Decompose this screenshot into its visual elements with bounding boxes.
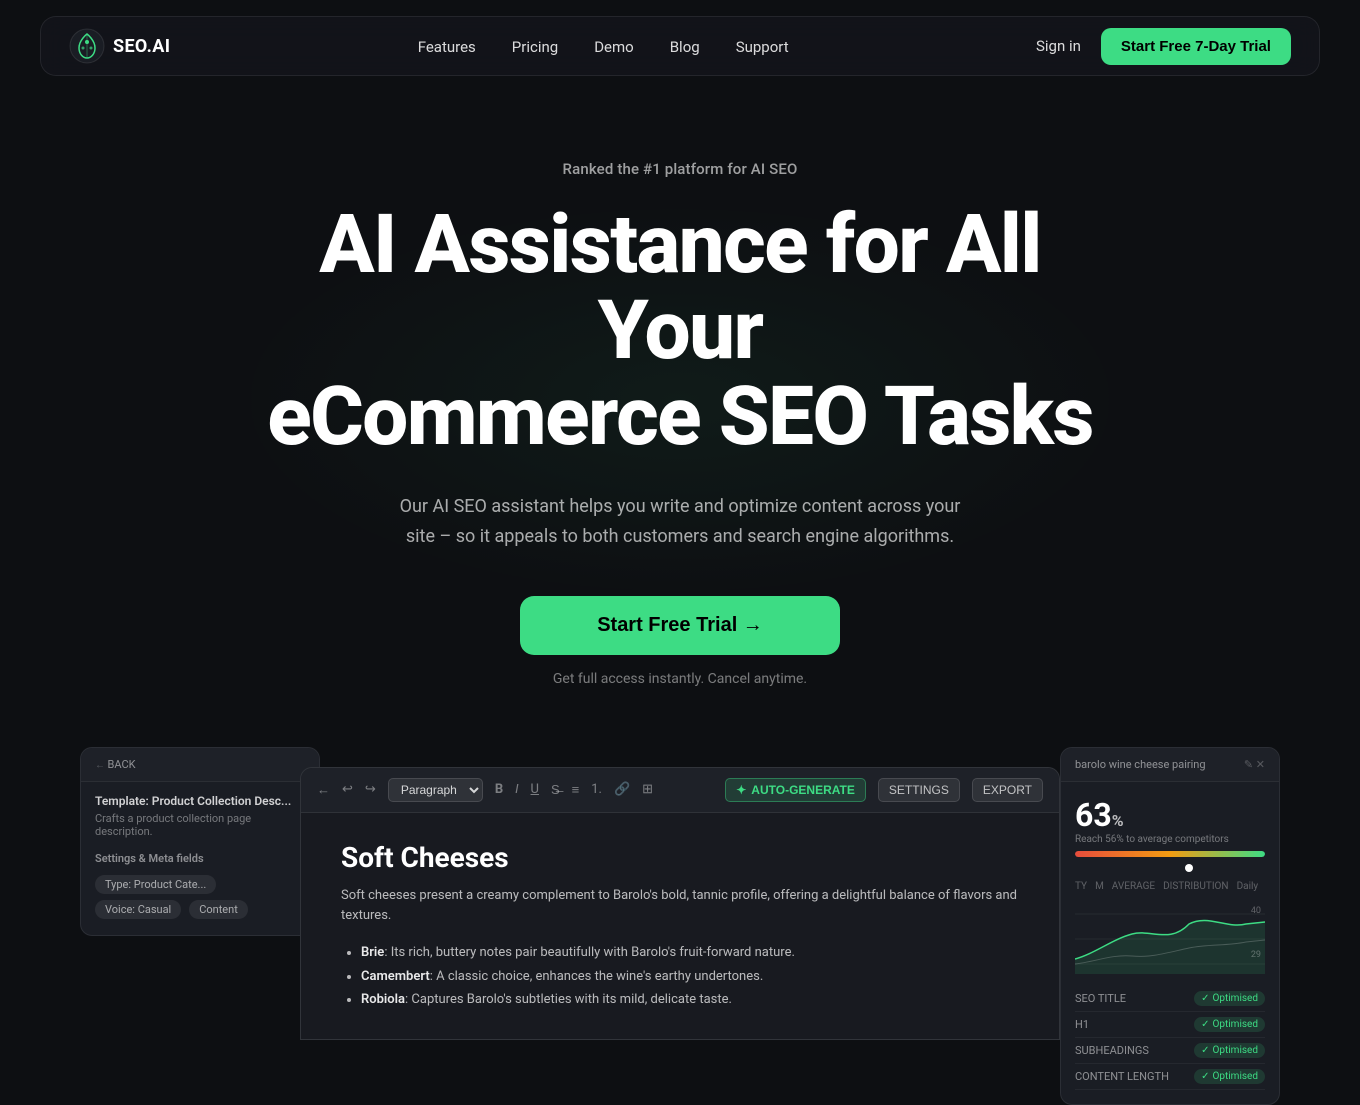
seo-rows: SEO TITLE ✓ Optimised H1 ✓ Optimised SUB… <box>1075 986 1265 1090</box>
chart-columns: TY M AVERAGE DISTRIBUTION Daily <box>1075 881 1265 892</box>
chart-y-bottom: 29 <box>1251 950 1261 960</box>
optimized-badge-2: ✓ Optimised <box>1194 1043 1265 1058</box>
logo-icon <box>69 28 105 64</box>
score-suffix: % <box>1112 811 1124 830</box>
editor-heading: Soft Cheeses <box>341 841 1019 874</box>
tag-0: Type: Product Cate... <box>95 875 216 894</box>
settings-label: Settings & Meta fields <box>95 852 305 865</box>
optimized-badge-1: ✓ Optimised <box>1194 1017 1265 1032</box>
editor-body: Soft Cheeses Soft cheeses present a crea… <box>301 813 1059 1040</box>
chart-y-top: 40 <box>1251 906 1261 916</box>
tag-container: Type: Product Cate... Voice: Casual Cont… <box>95 873 305 923</box>
signin-link[interactable]: Sign in <box>1036 37 1081 55</box>
italic-icon[interactable]: I <box>515 782 518 797</box>
tag-2: Content <box>189 900 248 919</box>
hero-title-line1: AI Assistance for All Your <box>319 197 1041 379</box>
bold-icon[interactable]: B <box>495 782 503 797</box>
mini-chart: 40 29 <box>1075 904 1265 974</box>
left-panel-header: ← BACK <box>81 748 319 782</box>
query-label: barolo wine cheese pairing <box>1075 758 1206 771</box>
screenshot-section: ← BACK Template: Product Collection Desc… <box>0 747 1360 1041</box>
autogen-label: AUTO-GENERATE <box>751 783 855 797</box>
right-panel: barolo wine cheese pairing ✎ ✕ 63% Reach… <box>1060 747 1280 1105</box>
nav-features[interactable]: Features <box>418 38 476 56</box>
hero-note: Get full access instantly. Cancel anytim… <box>553 671 807 687</box>
nav-cta-button[interactable]: Start Free 7-Day Trial <box>1101 28 1291 65</box>
undo-icon[interactable]: ↩ <box>342 782 353 797</box>
logo[interactable]: SEO.AI <box>69 28 170 64</box>
editor-list: Brie: Its rich, buttery notes pair beaut… <box>341 941 1019 1011</box>
nav-support[interactable]: Support <box>736 38 789 56</box>
hero-title: AI Assistance for All Your eCommerce SEO… <box>230 202 1130 460</box>
redo-icon[interactable]: ↪ <box>365 782 376 797</box>
seo-row-3: CONTENT LENGTH ✓ Optimised <box>1075 1064 1265 1090</box>
chart-svg <box>1075 904 1265 974</box>
seo-row-1: H1 ✓ Optimised <box>1075 1012 1265 1038</box>
navbar: SEO.AI Features Pricing Demo Blog Suppor… <box>40 16 1320 76</box>
link-icon[interactable]: 🔗 <box>614 782 630 797</box>
score-marker <box>1185 864 1193 872</box>
back-toolbar-icon[interactable]: ← <box>317 782 330 798</box>
autogen-icon: ✦ <box>736 783 746 797</box>
export-button[interactable]: EXPORT <box>972 778 1043 802</box>
nav-right: Sign in Start Free 7-Day Trial <box>1036 28 1291 65</box>
left-panel-content: Template: Product Collection Desc... Cra… <box>81 782 319 935</box>
score-reach: Reach 56% to average competitors <box>1075 834 1229 845</box>
tag-1: Voice: Casual <box>95 900 181 919</box>
hero-cta-button[interactable]: Start Free Trial → <box>520 596 840 655</box>
back-label: BACK <box>107 758 135 771</box>
list-item-0: Brie: Its rich, buttery notes pair beaut… <box>361 941 1019 964</box>
hero-subtitle: Our AI SEO assistant helps you write and… <box>390 492 970 551</box>
score-section: 63% Reach 56% to average competitors TY … <box>1061 782 1279 1104</box>
nav-pricing[interactable]: Pricing <box>512 38 558 56</box>
left-panel: ← BACK Template: Product Collection Desc… <box>80 747 320 936</box>
nav-links: Features Pricing Demo Blog Support <box>418 37 789 56</box>
score-number: 63% <box>1075 796 1229 834</box>
list-item-2: Robiola: Captures Barolo's subtleties wi… <box>361 988 1019 1011</box>
table-icon[interactable]: ⊞ <box>642 782 653 797</box>
list-item-1: Camembert: A classic choice, enhances th… <box>361 965 1019 988</box>
template-label: Template: Product Collection Desc... <box>95 794 305 808</box>
optimized-badge-0: ✓ Optimised <box>1194 991 1265 1006</box>
editor-container: ← ↩ ↪ Paragraph B I U S̶ ≡ 1. 🔗 ⊞ ✦ AUTO… <box>300 767 1060 1041</box>
list-icon[interactable]: ≡ <box>572 782 580 798</box>
score-bar <box>1075 851 1265 857</box>
edit-icons: ✎ ✕ <box>1244 758 1265 771</box>
logo-text: SEO.AI <box>113 36 170 57</box>
underline-icon[interactable]: U <box>531 782 539 797</box>
right-panel-header: barolo wine cheese pairing ✎ ✕ <box>1061 748 1279 782</box>
settings-button[interactable]: SETTINGS <box>878 778 960 802</box>
hero-badge: Ranked the #1 platform for AI SEO <box>563 160 798 178</box>
template-description: Crafts a product collection page descrip… <box>95 812 305 838</box>
score-row: 63% Reach 56% to average competitors <box>1075 796 1265 845</box>
editor-toolbar: ← ↩ ↪ Paragraph B I U S̶ ≡ 1. 🔗 ⊞ ✦ AUTO… <box>301 768 1059 813</box>
score-bar-fill <box>1075 851 1265 857</box>
strikethrough-icon[interactable]: S̶ <box>551 782 560 798</box>
editor-paragraph: Soft cheeses present a creamy complement… <box>341 886 1019 928</box>
hero-title-line2: eCommerce SEO Tasks <box>267 369 1093 465</box>
ordered-list-icon[interactable]: 1. <box>591 782 602 797</box>
nav-demo[interactable]: Demo <box>594 38 634 56</box>
hero-section: Ranked the #1 platform for AI SEO AI Ass… <box>0 0 1360 747</box>
autogen-button[interactable]: ✦ AUTO-GENERATE <box>725 778 866 802</box>
seo-row-2: SUBHEADINGS ✓ Optimised <box>1075 1038 1265 1064</box>
nav-blog[interactable]: Blog <box>670 38 700 56</box>
paragraph-select[interactable]: Paragraph <box>388 778 483 802</box>
optimized-badge-3: ✓ Optimised <box>1194 1069 1265 1084</box>
seo-row-0: SEO TITLE ✓ Optimised <box>1075 986 1265 1012</box>
